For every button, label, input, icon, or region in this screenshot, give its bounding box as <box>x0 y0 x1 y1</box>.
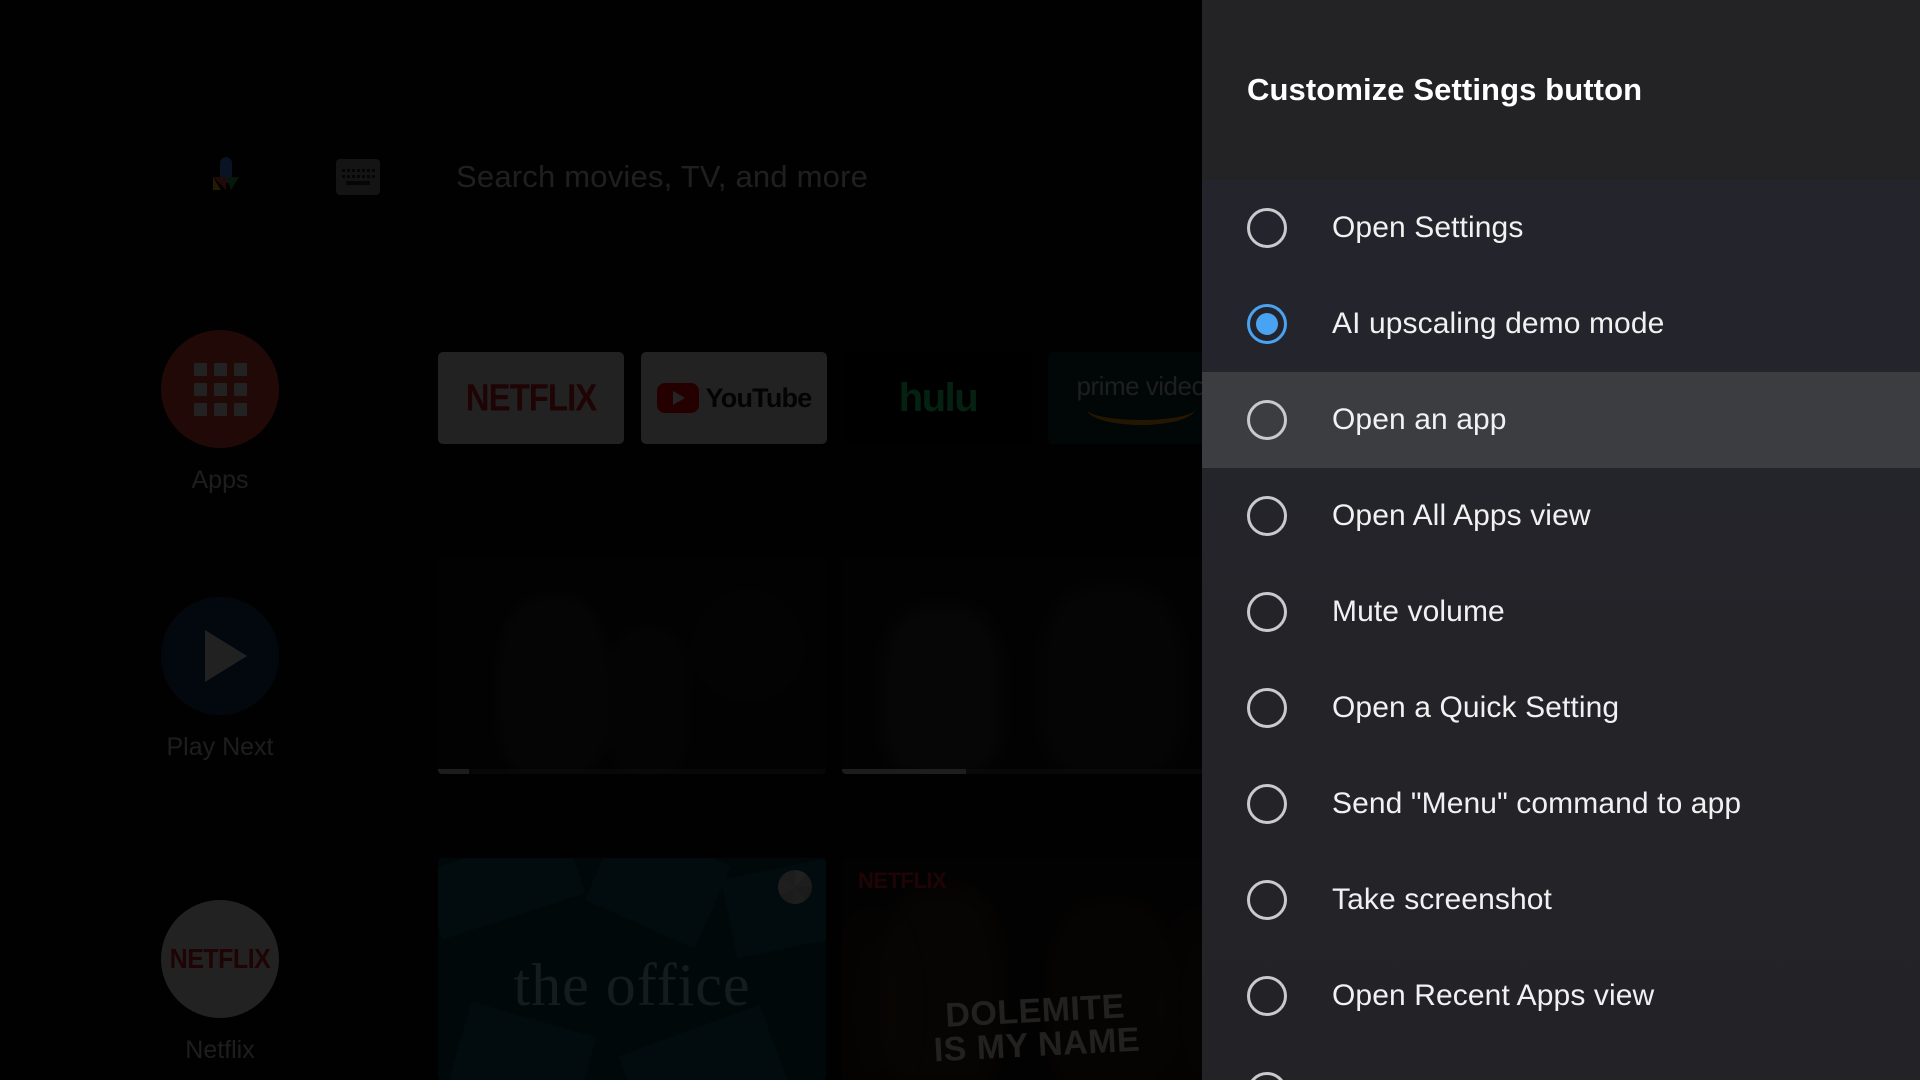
netflix-badge: NETFLIX <box>858 868 947 893</box>
option-send-menu-command-to-app[interactable]: Send "Menu" command to app <box>1202 756 1920 852</box>
amazon-smile-icon <box>1087 404 1195 425</box>
option-mute-volume[interactable]: Mute volume <box>1202 564 1920 660</box>
progress-track <box>438 769 826 774</box>
settings-options-list: Open Settings AI upscaling demo mode Ope… <box>1202 180 1920 1080</box>
option-open-an-app[interactable]: Open an app <box>1202 372 1920 468</box>
radio-button-icon[interactable] <box>1247 208 1287 248</box>
rail-item-netflix[interactable]: NETFLIX Netflix <box>130 900 310 1065</box>
hulu-wordmark: hulu <box>898 375 979 420</box>
radio-button-icon[interactable] <box>1247 1072 1287 1080</box>
rail-label-apps: Apps <box>191 466 249 494</box>
search-bar[interactable]: Search movies, TV, and more <box>196 148 868 206</box>
option-open-recent-apps-view[interactable]: Open Recent Apps view <box>1202 948 1920 1044</box>
radio-button-selected-icon[interactable] <box>1247 304 1287 344</box>
radio-button-icon[interactable] <box>1247 880 1287 920</box>
option-open-settings[interactable]: Open Settings <box>1202 180 1920 276</box>
page-title: Customize Settings button <box>1247 72 1643 107</box>
play-triangle-icon <box>161 597 279 715</box>
radio-button-icon[interactable] <box>1247 976 1287 1016</box>
microphone-icon[interactable] <box>212 155 240 199</box>
option-label: Take screenshot <box>1332 883 1552 916</box>
option-open-a-quick-setting[interactable]: Open a Quick Setting <box>1202 660 1920 756</box>
option-label: Open Recent Apps view <box>1332 979 1655 1012</box>
media-thumbnail[interactable] <box>842 556 1230 774</box>
rail-label-netflix: Netflix <box>185 1036 255 1064</box>
radio-button-icon[interactable] <box>1247 784 1287 824</box>
rail-item-apps[interactable]: Apps <box>130 330 310 495</box>
option-partial-next[interactable] <box>1202 1044 1920 1080</box>
radio-button-icon[interactable] <box>1247 592 1287 632</box>
keyboard-icon[interactable] <box>336 159 380 195</box>
rail-label-play-next: Play Next <box>166 733 274 761</box>
customize-settings-button-panel: Customize Settings button Open Settings … <box>1202 0 1920 1080</box>
the-office-title: the office <box>513 952 751 1019</box>
screen-root: Search movies, TV, and more Apps Play Ne… <box>0 0 1920 1080</box>
youtube-wordmark: YouTube <box>705 382 813 413</box>
option-label: Open an app <box>1332 403 1507 436</box>
media-thumbnail-dolemite[interactable]: NETFLIX DOLEMITE IS MY NAME <box>842 858 1230 1080</box>
radio-button-icon[interactable] <box>1247 688 1287 728</box>
apps-grid-icon <box>161 330 279 448</box>
app-tile-netflix[interactable]: NETFLIX <box>438 352 624 444</box>
youtube-play-icon <box>656 383 699 413</box>
search-input-placeholder[interactable]: Search movies, TV, and more <box>456 159 868 195</box>
app-tile-hulu[interactable]: hulu <box>845 352 1031 444</box>
option-label: Mute volume <box>1332 595 1505 628</box>
option-label: Send "Menu" command to app <box>1332 787 1742 820</box>
option-ai-upscaling-demo-mode[interactable]: AI upscaling demo mode <box>1202 276 1920 372</box>
netflix-wordmark: NETFLIX <box>465 376 597 419</box>
progress-bar <box>842 769 967 774</box>
option-label: AI upscaling demo mode <box>1332 307 1665 340</box>
app-tile-youtube[interactable]: YouTube <box>641 352 827 444</box>
radio-button-icon[interactable] <box>1247 496 1287 536</box>
media-thumbnail[interactable] <box>438 556 826 774</box>
option-open-all-apps-view[interactable]: Open All Apps view <box>1202 468 1920 564</box>
rail-item-play-next[interactable]: Play Next <box>130 597 310 762</box>
netflix-logo-icon: NETFLIX <box>161 900 279 1018</box>
option-label: Open All Apps view <box>1332 499 1591 532</box>
option-label: Open a Quick Setting <box>1332 691 1620 724</box>
panel-header: Customize Settings button <box>1202 0 1920 180</box>
prime-video-wordmark: prime video <box>1076 371 1206 401</box>
option-take-screenshot[interactable]: Take screenshot <box>1202 852 1920 948</box>
media-thumbnail-the-office[interactable]: the office <box>438 858 826 1080</box>
option-label: Open Settings <box>1332 211 1524 244</box>
progress-bar <box>438 769 470 774</box>
radio-button-icon[interactable] <box>1247 400 1287 440</box>
nbc-peacock-icon <box>778 870 812 904</box>
